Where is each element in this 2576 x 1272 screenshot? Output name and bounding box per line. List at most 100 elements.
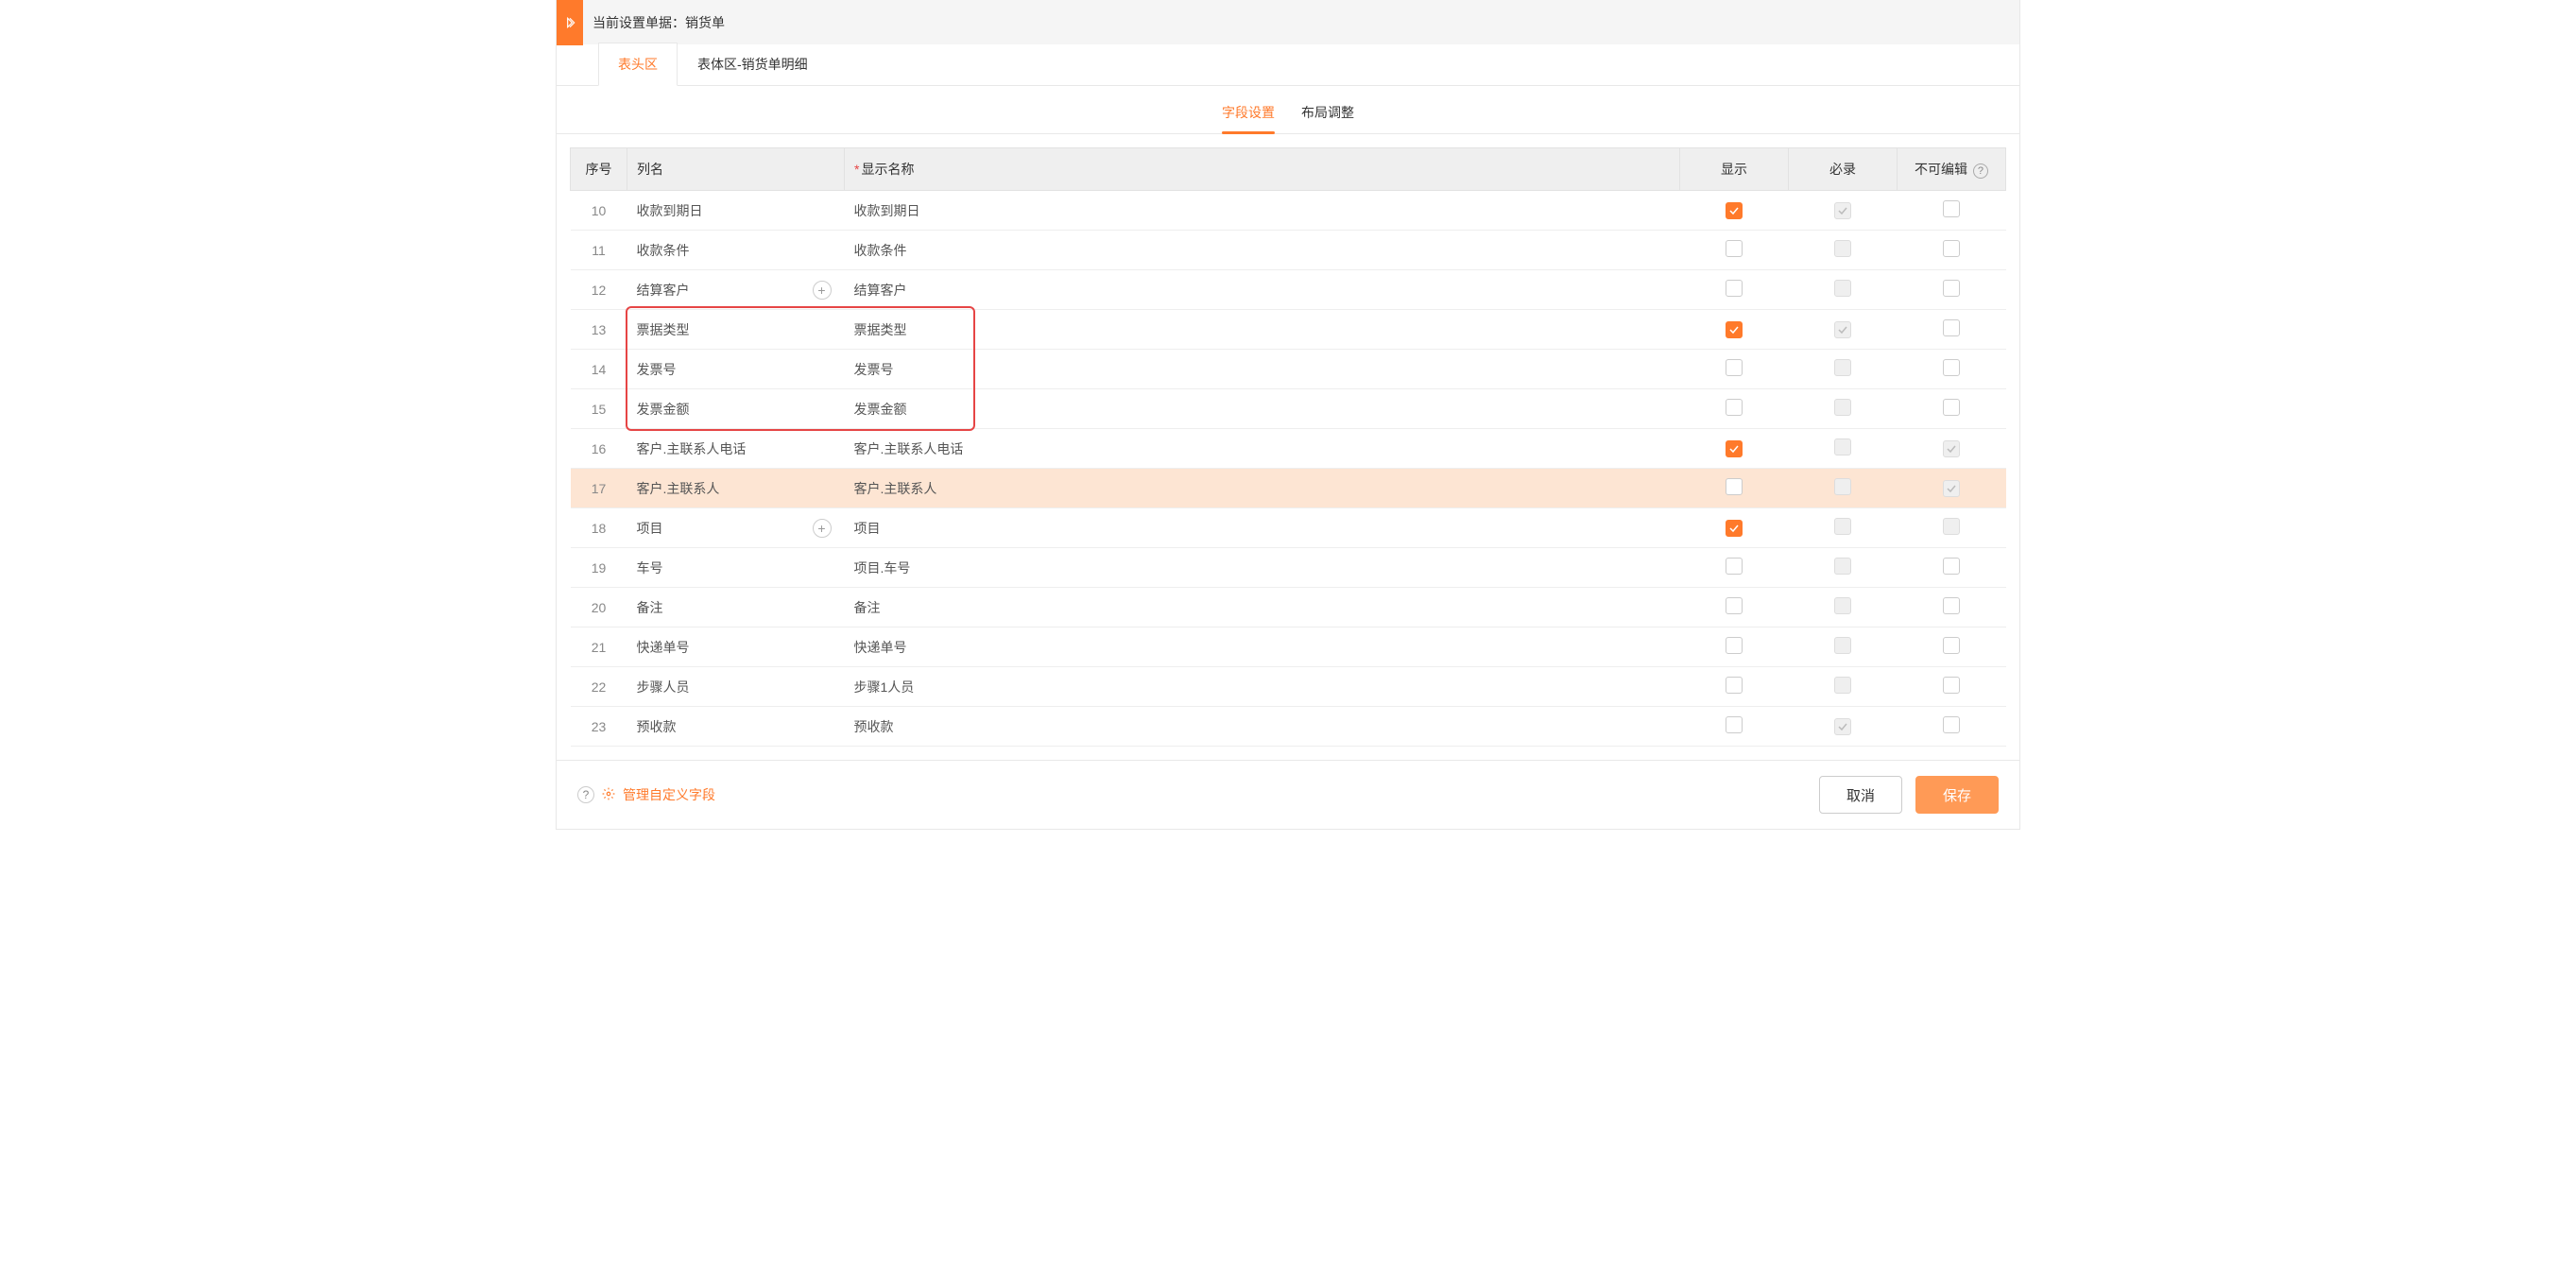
row-seq: 22 (571, 667, 627, 707)
checkbox[interactable] (1943, 399, 1960, 416)
cell-show (1680, 429, 1789, 469)
checkbox (1834, 718, 1851, 735)
row-display-name[interactable]: 发票金额 (845, 389, 1680, 429)
plus-icon[interactable]: + (813, 281, 832, 300)
row-display-name[interactable]: 收款到期日 (845, 191, 1680, 231)
checkbox[interactable] (1726, 202, 1743, 219)
header-bar: 当前设置单据：销货单 (557, 0, 2019, 45)
row-display-name[interactable]: 收款条件 (845, 231, 1680, 270)
row-name: 项目+ (627, 508, 845, 548)
checkbox[interactable] (1943, 359, 1960, 376)
checkbox[interactable] (1726, 520, 1743, 537)
cell-show (1680, 231, 1789, 270)
checkbox[interactable] (1943, 280, 1960, 297)
checkbox[interactable] (1943, 240, 1960, 257)
cell-required (1789, 429, 1898, 469)
cell-required (1789, 231, 1898, 270)
row-name: 收款条件 (627, 231, 845, 270)
table-row: 23预收款预收款 (571, 707, 2006, 747)
row-seq: 10 (571, 191, 627, 231)
main-tab[interactable]: 表头区 (598, 43, 678, 86)
row-display-name[interactable]: 客户.主联系人电话 (845, 429, 1680, 469)
checkbox[interactable] (1943, 597, 1960, 614)
row-name: 快递单号 (627, 627, 845, 667)
checkbox[interactable] (1943, 637, 1960, 654)
checkbox[interactable] (1726, 716, 1743, 733)
row-seq: 21 (571, 627, 627, 667)
cancel-button[interactable]: 取消 (1819, 776, 1902, 814)
checkbox (1834, 637, 1851, 654)
checkbox (1834, 280, 1851, 297)
sub-tab[interactable]: 字段设置 (1222, 103, 1275, 133)
row-display-name[interactable]: 备注 (845, 588, 1680, 627)
row-name: 发票金额 (627, 389, 845, 429)
cell-show (1680, 350, 1789, 389)
checkbox[interactable] (1726, 399, 1743, 416)
row-name: 客户.主联系人 (627, 469, 845, 508)
checkbox[interactable] (1726, 359, 1743, 376)
row-seq: 12 (571, 270, 627, 310)
checkbox[interactable] (1726, 597, 1743, 614)
checkbox[interactable] (1943, 677, 1960, 694)
checkbox[interactable] (1943, 200, 1960, 217)
row-display-name[interactable]: 项目 (845, 508, 1680, 548)
cell-required (1789, 469, 1898, 508)
checkbox (1943, 518, 1960, 535)
cell-show (1680, 707, 1789, 747)
field-table-wrap: 序号 列名 *显示名称 显示 必录 不可编辑 ? 10收款到期日收款到期日11收… (557, 134, 2019, 747)
row-display-name[interactable]: 步骤1人员 (845, 667, 1680, 707)
checkbox[interactable] (1943, 558, 1960, 575)
checkbox (1834, 478, 1851, 495)
checkbox[interactable] (1726, 240, 1743, 257)
main-tab[interactable]: 表体区-销货单明细 (678, 43, 828, 86)
checkbox[interactable] (1726, 637, 1743, 654)
row-display-name[interactable]: 客户.主联系人 (845, 469, 1680, 508)
footer-bar: ? 管理自定义字段 取消 保存 (557, 760, 2019, 829)
row-display-name[interactable]: 发票号 (845, 350, 1680, 389)
row-seq: 19 (571, 548, 627, 588)
cell-required (1789, 270, 1898, 310)
cell-show (1680, 627, 1789, 667)
row-display-name[interactable]: 预收款 (845, 707, 1680, 747)
table-row: 16客户.主联系人电话客户.主联系人电话 (571, 429, 2006, 469)
row-display-name[interactable]: 票据类型 (845, 310, 1680, 350)
checkbox[interactable] (1726, 280, 1743, 297)
table-row: 14发票号发票号 (571, 350, 2006, 389)
save-button[interactable]: 保存 (1915, 776, 1999, 814)
cell-noedit (1898, 627, 2006, 667)
checkbox[interactable] (1726, 558, 1743, 575)
cell-noedit (1898, 469, 2006, 508)
cell-noedit (1898, 310, 2006, 350)
row-display-name[interactable]: 项目.车号 (845, 548, 1680, 588)
row-display-name[interactable]: 快递单号 (845, 627, 1680, 667)
cell-noedit (1898, 350, 2006, 389)
row-display-name[interactable]: 结算客户 (845, 270, 1680, 310)
checkbox[interactable] (1943, 716, 1960, 733)
checkbox[interactable] (1726, 440, 1743, 457)
table-row: 12结算客户+结算客户 (571, 270, 2006, 310)
row-seq: 13 (571, 310, 627, 350)
table-row: 20备注备注 (571, 588, 2006, 627)
cell-show (1680, 310, 1789, 350)
checkbox[interactable] (1726, 478, 1743, 495)
expand-sidebar-button[interactable] (557, 0, 583, 45)
table-row: 15发票金额发票金额 (571, 389, 2006, 429)
checkbox (1834, 321, 1851, 338)
cell-noedit (1898, 231, 2006, 270)
checkbox[interactable] (1943, 319, 1960, 336)
help-icon[interactable]: ? (1973, 163, 1988, 179)
row-seq: 17 (571, 469, 627, 508)
row-name: 步骤人员 (627, 667, 845, 707)
checkbox (1834, 597, 1851, 614)
checkbox[interactable] (1726, 677, 1743, 694)
manage-custom-fields-link[interactable]: 管理自定义字段 (623, 785, 715, 804)
checkbox[interactable] (1726, 321, 1743, 338)
cell-required (1789, 548, 1898, 588)
cell-required (1789, 707, 1898, 747)
plus-icon[interactable]: + (813, 519, 832, 538)
sub-tab[interactable]: 布局调整 (1301, 103, 1354, 133)
checkbox (1834, 240, 1851, 257)
cell-show (1680, 588, 1789, 627)
question-icon[interactable]: ? (577, 786, 594, 803)
col-header-show: 显示 (1680, 148, 1789, 191)
